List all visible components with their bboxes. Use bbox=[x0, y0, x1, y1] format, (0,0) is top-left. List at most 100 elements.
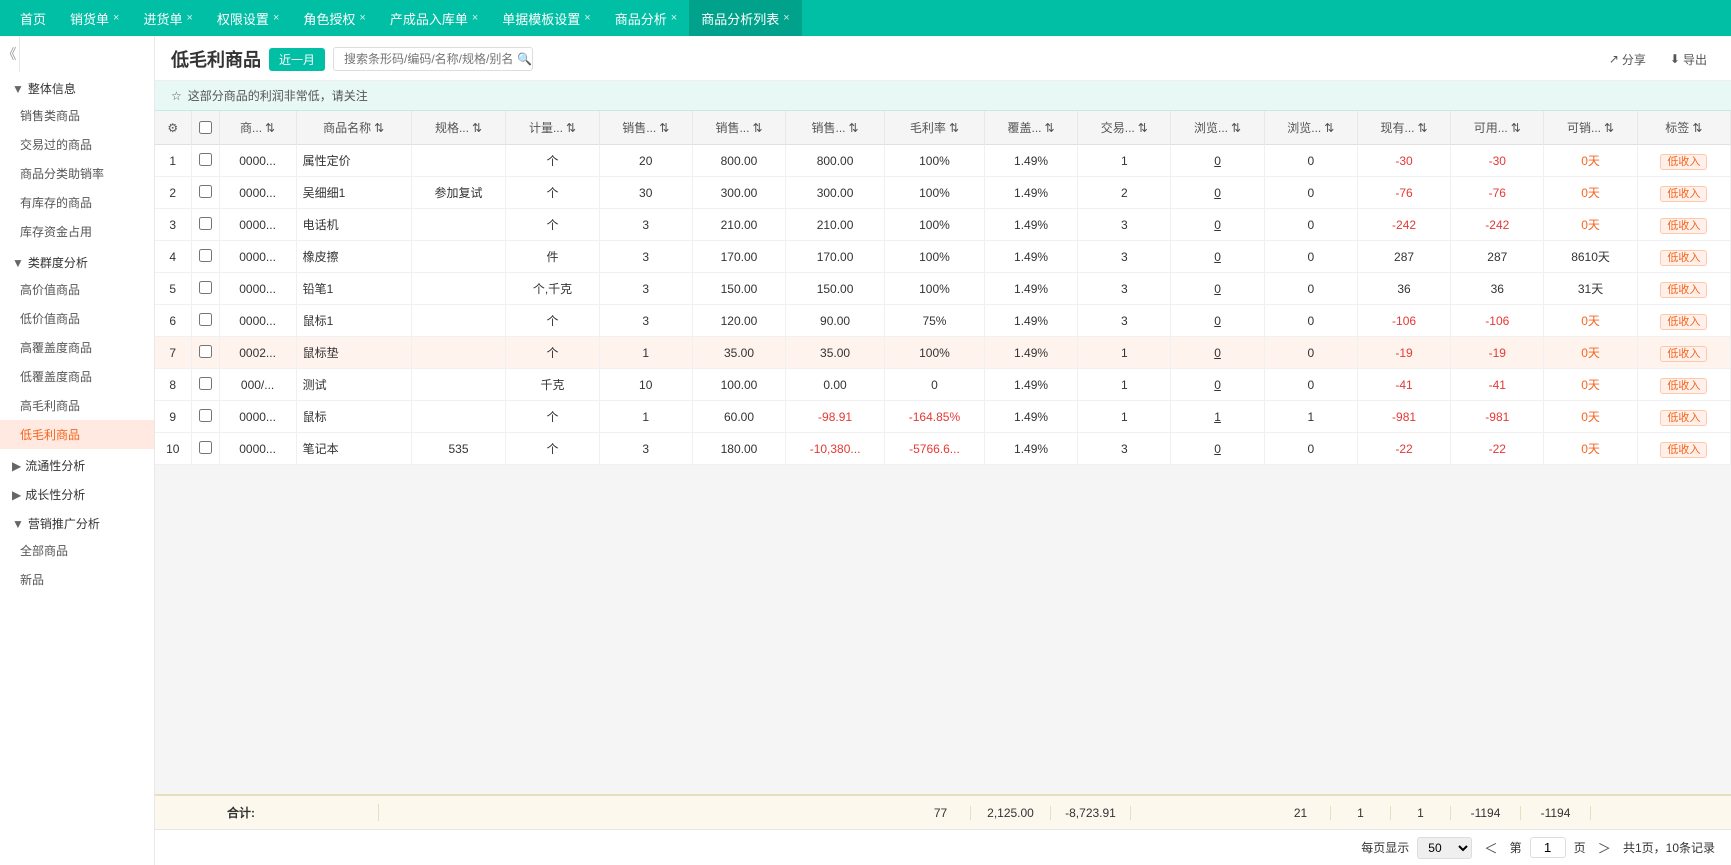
row-select-checkbox[interactable] bbox=[199, 249, 212, 262]
row-select-checkbox[interactable] bbox=[199, 153, 212, 166]
row-select-checkbox[interactable] bbox=[199, 345, 212, 358]
views1-link[interactable]: 0 bbox=[1214, 378, 1221, 392]
row-views1[interactable]: 0 bbox=[1171, 273, 1264, 305]
nav-item-商品分析列表[interactable]: 商品分析列表× bbox=[689, 0, 801, 36]
views1-link[interactable]: 0 bbox=[1214, 250, 1221, 264]
col-settings[interactable]: ⚙ bbox=[155, 111, 191, 145]
nav-item-销货单[interactable]: 销货单× bbox=[58, 0, 131, 36]
nav-close-icon[interactable]: × bbox=[186, 12, 192, 24]
row-checkbox[interactable] bbox=[191, 177, 219, 209]
row-select-checkbox[interactable] bbox=[199, 217, 212, 230]
views1-link[interactable]: 0 bbox=[1214, 186, 1221, 200]
sidebar-item-全部商品[interactable]: 全部商品 bbox=[0, 536, 154, 565]
sidebar-item-低毛利商品[interactable]: 低毛利商品 bbox=[0, 420, 154, 449]
sidebar-item-高覆盖度商品[interactable]: 高覆盖度商品 bbox=[0, 333, 154, 362]
sidebar-item-高毛利商品[interactable]: 高毛利商品 bbox=[0, 391, 154, 420]
nav-close-icon[interactable]: × bbox=[671, 12, 677, 24]
page-number-input[interactable] bbox=[1530, 837, 1566, 858]
nav-close-icon[interactable]: × bbox=[783, 12, 789, 24]
row-views1[interactable]: 0 bbox=[1171, 241, 1264, 273]
sidebar-item-有库存的商品[interactable]: 有库存的商品 bbox=[0, 188, 154, 217]
col-gross-margin[interactable]: 毛利率 ⇅ bbox=[885, 111, 985, 145]
sidebar-group-成长性分析[interactable]: ▶成长性分析 bbox=[0, 478, 154, 507]
sidebar-item-交易过的商品[interactable]: 交易过的商品 bbox=[0, 130, 154, 159]
sidebar-item-低覆盖度商品[interactable]: 低覆盖度商品 bbox=[0, 362, 154, 391]
row-views1[interactable]: 0 bbox=[1171, 305, 1264, 337]
sidebar-item-销售类商品[interactable]: 销售类商品 bbox=[0, 101, 154, 130]
row-views1[interactable]: 0 bbox=[1171, 209, 1264, 241]
nav-close-icon[interactable]: × bbox=[472, 12, 478, 24]
next-page-button[interactable]: ＞ bbox=[1594, 836, 1615, 859]
col-name[interactable]: 商品名称 ⇅ bbox=[296, 111, 411, 145]
select-all-checkbox[interactable] bbox=[199, 121, 212, 134]
nav-close-icon[interactable]: × bbox=[273, 12, 279, 24]
views1-link[interactable]: 0 bbox=[1214, 218, 1221, 232]
col-sales-amount[interactable]: 销售... ⇅ bbox=[692, 111, 785, 145]
sidebar-item-商品分类助销率[interactable]: 商品分类助销率 bbox=[0, 159, 154, 188]
row-checkbox[interactable] bbox=[191, 401, 219, 433]
row-checkbox[interactable] bbox=[191, 369, 219, 401]
row-checkbox[interactable] bbox=[191, 433, 219, 465]
prev-page-button[interactable]: ＜ bbox=[1480, 836, 1501, 859]
row-checkbox[interactable] bbox=[191, 337, 219, 369]
col-spec[interactable]: 规格... ⇅ bbox=[411, 111, 506, 145]
row-views1[interactable]: 0 bbox=[1171, 177, 1264, 209]
nav-item-单据模板设置[interactable]: 单据模板设置× bbox=[490, 0, 602, 36]
views1-link[interactable]: 0 bbox=[1214, 346, 1221, 360]
col-tag[interactable]: 标签 ⇅ bbox=[1637, 111, 1730, 145]
nav-item-进货单[interactable]: 进货单× bbox=[131, 0, 204, 36]
row-views1[interactable]: 1 bbox=[1171, 401, 1264, 433]
period-button[interactable]: 近一月 bbox=[269, 48, 325, 71]
col-code[interactable]: 商... ⇅ bbox=[219, 111, 296, 145]
row-checkbox[interactable] bbox=[191, 305, 219, 337]
sidebar-group-类群度分析[interactable]: ▼类群度分析 bbox=[0, 246, 154, 275]
sidebar-collapse-btn[interactable]: 《 bbox=[0, 36, 20, 72]
col-views2[interactable]: 浏览... ⇅ bbox=[1264, 111, 1357, 145]
row-checkbox[interactable] bbox=[191, 209, 219, 241]
col-sellable-days[interactable]: 可销... ⇅ bbox=[1544, 111, 1637, 145]
row-checkbox[interactable] bbox=[191, 145, 219, 177]
col-coverage[interactable]: 覆盖... ⇅ bbox=[984, 111, 1077, 145]
sidebar-group-流通性分析[interactable]: ▶流通性分析 bbox=[0, 449, 154, 478]
views1-link[interactable]: 1 bbox=[1214, 410, 1221, 424]
nav-close-icon[interactable]: × bbox=[113, 12, 119, 24]
views1-link[interactable]: 0 bbox=[1214, 442, 1221, 456]
export-button[interactable]: ⬇ 导出 bbox=[1662, 48, 1715, 71]
share-button[interactable]: ↗ 分享 bbox=[1601, 48, 1654, 71]
sidebar-item-新品[interactable]: 新品 bbox=[0, 565, 154, 594]
nav-item-角色授权[interactable]: 角色授权× bbox=[291, 0, 377, 36]
sidebar-group-营销推广分析[interactable]: ▼营销推广分析 bbox=[0, 507, 154, 536]
col-current-stock[interactable]: 现有... ⇅ bbox=[1357, 111, 1450, 145]
row-views1[interactable]: 0 bbox=[1171, 337, 1264, 369]
col-available[interactable]: 可用... ⇅ bbox=[1451, 111, 1544, 145]
per-page-select[interactable]: 50 100 bbox=[1417, 837, 1472, 859]
nav-item-首页[interactable]: 首页 bbox=[8, 0, 58, 36]
col-sales-profit[interactable]: 销售... ⇅ bbox=[786, 111, 885, 145]
nav-item-产成品入库单[interactable]: 产成品入库单× bbox=[378, 0, 490, 36]
sidebar-item-库存资金占用[interactable]: 库存资金占用 bbox=[0, 217, 154, 246]
row-select-checkbox[interactable] bbox=[199, 313, 212, 326]
col-unit[interactable]: 计量... ⇅ bbox=[506, 111, 599, 145]
row-checkbox[interactable] bbox=[191, 273, 219, 305]
col-sales-qty[interactable]: 销售... ⇅ bbox=[599, 111, 692, 145]
sidebar-group-整体信息[interactable]: ▼整体信息 bbox=[0, 72, 154, 101]
col-transactions[interactable]: 交易... ⇅ bbox=[1078, 111, 1171, 145]
row-select-checkbox[interactable] bbox=[199, 281, 212, 294]
sidebar-item-高价值商品[interactable]: 高价值商品 bbox=[0, 275, 154, 304]
row-select-checkbox[interactable] bbox=[199, 409, 212, 422]
row-views1[interactable]: 0 bbox=[1171, 433, 1264, 465]
row-select-checkbox[interactable] bbox=[199, 377, 212, 390]
nav-item-权限设置[interactable]: 权限设置× bbox=[205, 0, 291, 36]
row-select-checkbox[interactable] bbox=[199, 185, 212, 198]
row-views1[interactable]: 0 bbox=[1171, 145, 1264, 177]
nav-close-icon[interactable]: × bbox=[584, 12, 590, 24]
views1-link[interactable]: 0 bbox=[1214, 282, 1221, 296]
views1-link[interactable]: 0 bbox=[1214, 314, 1221, 328]
views1-link[interactable]: 0 bbox=[1214, 154, 1221, 168]
nav-close-icon[interactable]: × bbox=[359, 12, 365, 24]
search-icon[interactable]: 🔍 bbox=[517, 52, 532, 66]
col-checkbox[interactable] bbox=[191, 111, 219, 145]
nav-item-商品分析[interactable]: 商品分析× bbox=[603, 0, 689, 36]
col-views1[interactable]: 浏览... ⇅ bbox=[1171, 111, 1264, 145]
sidebar-item-低价值商品[interactable]: 低价值商品 bbox=[0, 304, 154, 333]
